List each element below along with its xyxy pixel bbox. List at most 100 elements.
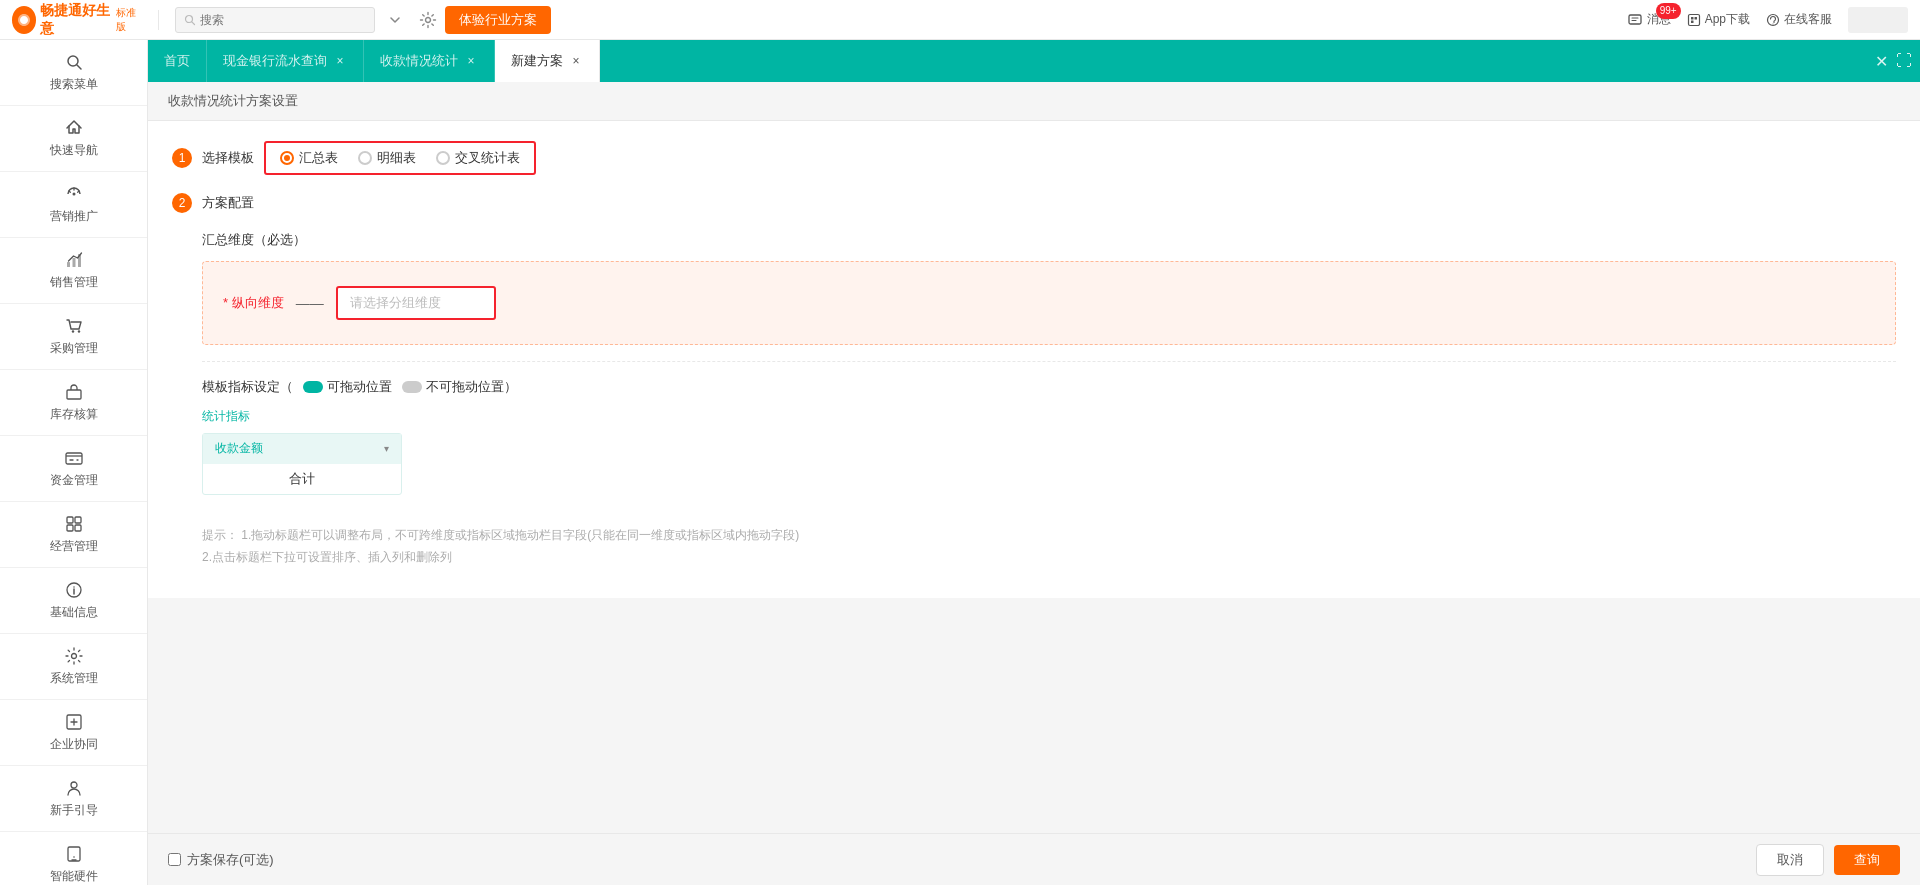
tab-bank-label: 现金银行流水查询 bbox=[223, 52, 327, 70]
sidebar-label-base: 基础信息 bbox=[50, 604, 98, 621]
template-radio-group: 汇总表 明细表 交叉统计表 bbox=[264, 141, 536, 175]
sidebar-item-ops[interactable]: 经营管理 bbox=[0, 502, 147, 568]
gear-icon[interactable] bbox=[419, 11, 437, 29]
base-icon bbox=[64, 580, 84, 600]
quick-nav-icon bbox=[64, 118, 84, 138]
tab-bank-close[interactable]: × bbox=[333, 54, 347, 68]
no-drag-label: 不可拖动位置） bbox=[426, 378, 517, 396]
radio-detail[interactable]: 明细表 bbox=[358, 149, 416, 167]
svg-rect-20 bbox=[67, 517, 73, 523]
metrics-header: 模板指标设定（ 可拖动位置 不可拖动位置） bbox=[202, 378, 1896, 396]
save-checkbox-label[interactable]: 方案保存(可选) bbox=[168, 851, 274, 869]
sidebar-label-search-menu: 搜索菜单 bbox=[50, 76, 98, 93]
sidebar-item-marketing[interactable]: 营销推广 bbox=[0, 172, 147, 238]
system-icon bbox=[64, 646, 84, 666]
sidebar-item-finance[interactable]: 资金管理 bbox=[0, 436, 147, 502]
tab-bar: 首页 现金银行流水查询 × 收款情况统计 × 新建方案 × ✕ ⛶ bbox=[148, 40, 1920, 82]
tab-home[interactable]: 首页 bbox=[148, 40, 207, 82]
search-box[interactable] bbox=[175, 7, 375, 33]
logo-text: 畅捷通好生意 bbox=[40, 2, 113, 38]
download-label: App下载 bbox=[1705, 11, 1750, 28]
svg-point-2 bbox=[426, 17, 431, 22]
sidebar-label-ops: 经营管理 bbox=[50, 538, 98, 555]
logo: 畅捷通好生意 标准版 bbox=[12, 4, 142, 36]
metrics-title-text: 模板指标设定（ bbox=[202, 378, 293, 396]
sidebar-item-base[interactable]: 基础信息 bbox=[0, 568, 147, 634]
query-button[interactable]: 查询 bbox=[1834, 845, 1900, 875]
svg-rect-22 bbox=[67, 525, 73, 531]
close-all-icon[interactable]: ✕ bbox=[1875, 52, 1888, 71]
download-icon bbox=[1687, 13, 1701, 27]
top-bar-actions: 99+ 消息 App下载 在线客服 bbox=[1627, 7, 1908, 33]
svg-point-9 bbox=[1772, 23, 1773, 24]
radio-cross[interactable]: 交叉统计表 bbox=[436, 149, 520, 167]
save-label: 方案保存(可选) bbox=[187, 851, 274, 869]
sidebar-item-guide[interactable]: 新手引导 bbox=[0, 766, 147, 832]
save-checkbox[interactable] bbox=[168, 853, 181, 866]
top-bar: 畅捷通好生意 标准版 体验行业方案 99+ 消息 bbox=[0, 0, 1920, 40]
dimension-selector[interactable]: 请选择分组维度 bbox=[336, 286, 496, 320]
step1-number: 1 bbox=[172, 148, 192, 168]
hardware-icon bbox=[64, 844, 84, 864]
search-icon bbox=[184, 14, 196, 26]
sidebar-item-inventory[interactable]: 库存核算 bbox=[0, 370, 147, 436]
svg-rect-21 bbox=[75, 517, 81, 523]
radio-summary[interactable]: 汇总表 bbox=[280, 149, 338, 167]
sidebar-label-purchase: 采购管理 bbox=[50, 340, 98, 357]
radio-summary-dot bbox=[280, 151, 294, 165]
svg-rect-4 bbox=[1688, 14, 1699, 25]
svg-rect-7 bbox=[1691, 20, 1694, 23]
app-download-btn[interactable]: App下载 bbox=[1687, 11, 1750, 28]
finance-icon bbox=[64, 448, 84, 468]
radio-summary-label: 汇总表 bbox=[299, 149, 338, 167]
sidebar-label-inventory: 库存核算 bbox=[50, 406, 98, 423]
radio-detail-dot bbox=[358, 151, 372, 165]
message-btn[interactable]: 99+ 消息 bbox=[1627, 11, 1671, 28]
tab-collection-close[interactable]: × bbox=[464, 54, 478, 68]
ops-icon bbox=[64, 514, 84, 534]
svg-rect-18 bbox=[67, 390, 81, 399]
sidebar-item-purchase[interactable]: 采购管理 bbox=[0, 304, 147, 370]
svg-rect-13 bbox=[67, 262, 70, 267]
tip1: 提示： 1.拖动标题栏可以调整布局，不可跨维度或指标区域拖动栏目字段(只能在同一… bbox=[202, 525, 1896, 547]
sidebar-item-search-menu[interactable]: 搜索菜单 bbox=[0, 40, 147, 106]
bottom-left: 方案保存(可选) bbox=[168, 851, 274, 869]
dimension-row: * 纵向维度 —— 请选择分组维度 bbox=[223, 286, 1875, 320]
expand-icon[interactable]: ⛶ bbox=[1896, 52, 1912, 70]
bottom-right: 取消 查询 bbox=[1756, 844, 1900, 876]
try-industry-btn[interactable]: 体验行业方案 bbox=[445, 6, 551, 34]
tab-collection[interactable]: 收款情况统计 × bbox=[364, 40, 495, 82]
tab-new-plan[interactable]: 新建方案 × bbox=[495, 40, 600, 82]
radio-cross-label: 交叉统计表 bbox=[455, 149, 520, 167]
svg-point-27 bbox=[71, 782, 77, 788]
guide-icon bbox=[64, 778, 84, 798]
cancel-button[interactable]: 取消 bbox=[1756, 844, 1824, 876]
inventory-icon bbox=[64, 382, 84, 402]
message-icon bbox=[1627, 12, 1643, 28]
sidebar-label-corp: 企业协同 bbox=[50, 736, 98, 753]
sidebar-item-quick-nav[interactable]: 快速导航 bbox=[0, 106, 147, 172]
svg-rect-19 bbox=[66, 453, 82, 464]
tab-bank[interactable]: 现金银行流水查询 × bbox=[207, 40, 364, 82]
svg-rect-5 bbox=[1691, 17, 1694, 20]
marketing-icon bbox=[64, 184, 84, 204]
dropdown-icon[interactable] bbox=[387, 12, 403, 28]
service-btn[interactable]: 在线客服 bbox=[1766, 11, 1832, 28]
service-icon bbox=[1766, 13, 1780, 27]
no-drag-indicator: 不可拖动位置） bbox=[402, 378, 517, 396]
sidebar-item-sales[interactable]: 销售管理 bbox=[0, 238, 147, 304]
tab-new-plan-close[interactable]: × bbox=[569, 54, 583, 68]
draggable-indicator: 可拖动位置 bbox=[303, 378, 392, 396]
step1-label: 选择模板 bbox=[202, 149, 254, 167]
sidebar-item-hardware[interactable]: 智能硬件 bbox=[0, 832, 147, 885]
svg-rect-3 bbox=[1629, 15, 1641, 24]
no-drag-color-indicator bbox=[402, 381, 422, 393]
sidebar-item-system[interactable]: 系统管理 bbox=[0, 634, 147, 700]
svg-rect-6 bbox=[1694, 17, 1697, 20]
metrics-col-chevron: ▾ bbox=[384, 443, 389, 454]
search-input[interactable] bbox=[200, 13, 366, 27]
sidebar-item-corp[interactable]: 企业协同 bbox=[0, 700, 147, 766]
logo-icon bbox=[16, 12, 32, 28]
metrics-table-header[interactable]: 收款金额 ▾ bbox=[203, 434, 401, 463]
user-area[interactable] bbox=[1848, 7, 1908, 33]
